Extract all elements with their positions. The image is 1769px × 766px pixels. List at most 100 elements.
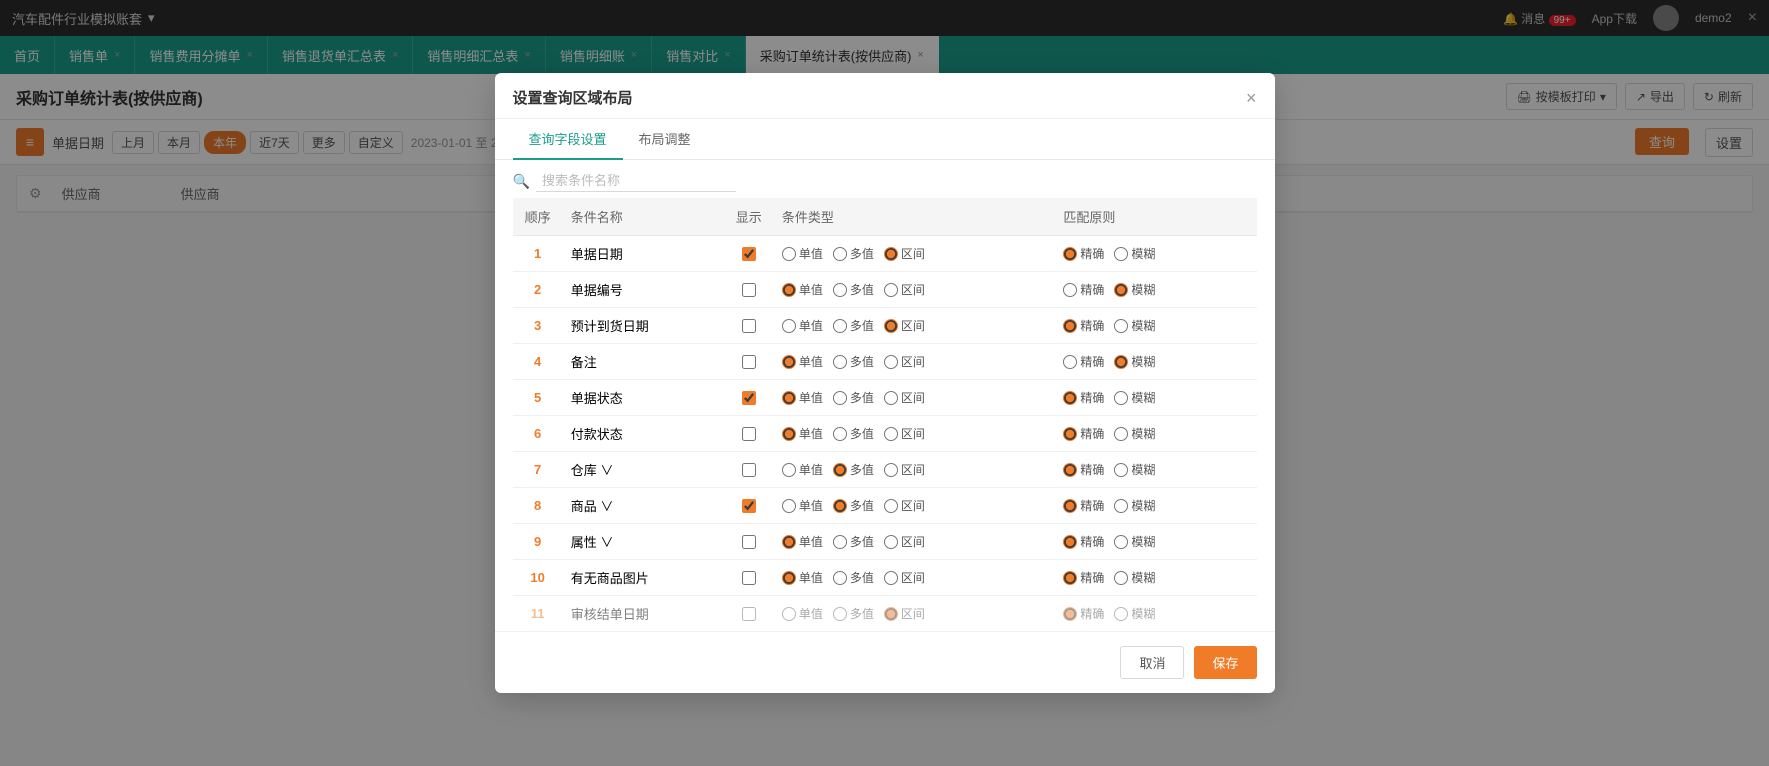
cond-type-option[interactable]: 多值 [833, 461, 874, 478]
table-row: 10有无商品图片单值多值区间精确模糊 [513, 560, 1257, 596]
cond-type-option[interactable]: 多值 [833, 353, 874, 370]
display-checkbox[interactable] [742, 571, 756, 585]
cond-type-option[interactable]: 单值 [782, 245, 823, 262]
row-display [724, 308, 774, 344]
cond-type-option[interactable]: 多值 [833, 245, 874, 262]
cond-type-option[interactable]: 区间 [884, 317, 925, 334]
cancel-button[interactable]: 取消 [1120, 646, 1184, 679]
row-order: 4 [513, 344, 563, 380]
display-checkbox[interactable] [742, 247, 756, 261]
match-rule-option[interactable]: 精确 [1063, 569, 1104, 586]
row-display [724, 596, 774, 632]
dialog-tab-layout[interactable]: 布局调整 [623, 119, 707, 160]
row-cond-type: 单值多值区间 [774, 488, 1056, 524]
match-rule-option[interactable]: 模糊 [1114, 605, 1155, 622]
match-rule-option[interactable]: 模糊 [1114, 569, 1155, 586]
cond-type-option[interactable]: 单值 [782, 497, 823, 514]
row-match-rule: 精确模糊 [1055, 452, 1256, 488]
cond-type-option[interactable]: 多值 [833, 317, 874, 334]
display-checkbox[interactable] [742, 463, 756, 477]
row-order: 8 [513, 488, 563, 524]
match-rule-option[interactable]: 精确 [1063, 353, 1104, 370]
table-row: 5单据状态单值多值区间精确模糊 [513, 380, 1257, 416]
dialog-title: 设置查询区域布局 [513, 87, 633, 108]
display-checkbox[interactable] [742, 355, 756, 369]
match-rule-option[interactable]: 模糊 [1114, 281, 1155, 298]
display-checkbox[interactable] [742, 499, 756, 513]
cond-type-option[interactable]: 区间 [884, 605, 925, 622]
cond-type-option[interactable]: 区间 [884, 533, 925, 550]
table-row: 2单据编号单值多值区间精确模糊 [513, 272, 1257, 308]
display-checkbox[interactable] [742, 319, 756, 333]
cond-type-option[interactable]: 单值 [782, 353, 823, 370]
row-name: 单据状态 [563, 380, 724, 416]
conditions-table: 顺序 条件名称 显示 条件类型 匹配原则 1单据日期单值多值区间精确模糊2单据编… [513, 198, 1257, 631]
cond-type-option[interactable]: 单值 [782, 281, 823, 298]
table-row: 11审核结单日期单值多值区间精确模糊 [513, 596, 1257, 632]
cond-type-option[interactable]: 单值 [782, 605, 823, 622]
match-rule-option[interactable]: 精确 [1063, 461, 1104, 478]
cond-type-option[interactable]: 单值 [782, 425, 823, 442]
match-rule-option[interactable]: 模糊 [1114, 389, 1155, 406]
save-button[interactable]: 保存 [1194, 646, 1256, 679]
th-order: 顺序 [513, 198, 563, 236]
cond-type-option[interactable]: 多值 [833, 425, 874, 442]
match-rule-option[interactable]: 模糊 [1114, 245, 1155, 262]
cond-type-option[interactable]: 区间 [884, 569, 925, 586]
display-checkbox[interactable] [742, 427, 756, 441]
display-checkbox[interactable] [742, 283, 756, 297]
display-checkbox[interactable] [742, 607, 756, 621]
cond-type-option[interactable]: 多值 [833, 533, 874, 550]
cond-type-option[interactable]: 区间 [884, 353, 925, 370]
table-row: 7仓库 ∨单值多值区间精确模糊 [513, 452, 1257, 488]
cond-type-option[interactable]: 区间 [884, 461, 925, 478]
match-rule-option[interactable]: 精确 [1063, 533, 1104, 550]
cond-type-option[interactable]: 区间 [884, 245, 925, 262]
display-checkbox[interactable] [742, 391, 756, 405]
dialog-tab-query[interactable]: 查询字段设置 [513, 119, 623, 160]
dialog-close-button[interactable]: × [1246, 89, 1257, 107]
match-rule-option[interactable]: 模糊 [1114, 425, 1155, 442]
dialog-search: 🔍 [495, 160, 1275, 198]
row-cond-type: 单值多值区间 [774, 560, 1056, 596]
row-display [724, 236, 774, 272]
cond-type-option[interactable]: 单值 [782, 317, 823, 334]
cond-type-option[interactable]: 单值 [782, 533, 823, 550]
match-rule-option[interactable]: 精确 [1063, 317, 1104, 334]
cond-type-option[interactable]: 多值 [833, 569, 874, 586]
match-rule-option[interactable]: 精确 [1063, 425, 1104, 442]
row-match-rule: 精确模糊 [1055, 380, 1256, 416]
row-cond-type: 单值多值区间 [774, 416, 1056, 452]
cond-type-option[interactable]: 多值 [833, 281, 874, 298]
match-rule-option[interactable]: 模糊 [1114, 317, 1155, 334]
match-rule-option[interactable]: 模糊 [1114, 533, 1155, 550]
cond-type-option[interactable]: 单值 [782, 569, 823, 586]
row-name: 单据日期 [563, 236, 724, 272]
match-rule-option[interactable]: 模糊 [1114, 497, 1155, 514]
cond-type-option[interactable]: 区间 [884, 497, 925, 514]
cond-type-option[interactable]: 多值 [833, 497, 874, 514]
cond-type-option[interactable]: 区间 [884, 389, 925, 406]
row-match-rule: 精确模糊 [1055, 272, 1256, 308]
cond-type-option[interactable]: 多值 [833, 605, 874, 622]
match-rule-option[interactable]: 精确 [1063, 605, 1104, 622]
dialog-table-wrap: 顺序 条件名称 显示 条件类型 匹配原则 1单据日期单值多值区间精确模糊2单据编… [495, 198, 1275, 631]
search-input[interactable] [536, 170, 736, 192]
display-checkbox[interactable] [742, 535, 756, 549]
cond-type-option[interactable]: 单值 [782, 389, 823, 406]
match-rule-option[interactable]: 精确 [1063, 245, 1104, 262]
match-rule-option[interactable]: 模糊 [1114, 353, 1155, 370]
cond-type-option[interactable]: 区间 [884, 425, 925, 442]
cond-type-option[interactable]: 多值 [833, 389, 874, 406]
row-order: 3 [513, 308, 563, 344]
cond-type-option[interactable]: 区间 [884, 281, 925, 298]
match-rule-option[interactable]: 精确 [1063, 389, 1104, 406]
row-match-rule: 精确模糊 [1055, 596, 1256, 632]
cond-type-option[interactable]: 单值 [782, 461, 823, 478]
match-rule-option[interactable]: 精确 [1063, 281, 1104, 298]
row-match-rule: 精确模糊 [1055, 416, 1256, 452]
row-display [724, 380, 774, 416]
row-cond-type: 单值多值区间 [774, 236, 1056, 272]
match-rule-option[interactable]: 精确 [1063, 497, 1104, 514]
match-rule-option[interactable]: 模糊 [1114, 461, 1155, 478]
